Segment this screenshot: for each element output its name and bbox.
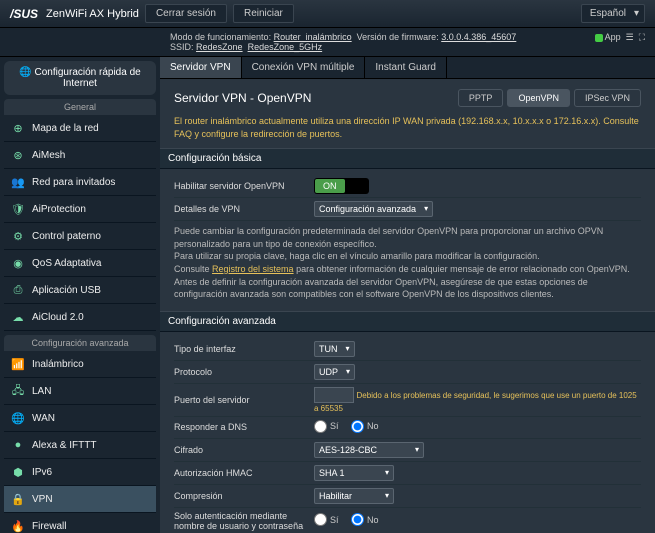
reboot-button[interactable]: Reiniciar (233, 4, 294, 23)
hmac-label: Autorización HMAC (174, 468, 314, 478)
mode-pptp-button[interactable]: PPTP (458, 89, 504, 107)
op-mode-link[interactable]: Router_inalámbrico (274, 32, 352, 42)
ssid-link[interactable]: RedesZone (196, 42, 243, 52)
tab-instant-guard[interactable]: Instant Guard (365, 57, 447, 78)
hmac-select[interactable]: SHA 1 (314, 465, 394, 481)
comp-select[interactable]: Habilitar (314, 488, 394, 504)
sidebar-item-lan[interactable]: 🖧LAN (4, 378, 156, 405)
logout-button[interactable]: Cerrar sesión (145, 4, 227, 23)
brand-logo: /SUS (10, 7, 38, 21)
sidebar-item-aimesh[interactable]: ⊛AiMesh (4, 142, 156, 169)
dns-yes-radio[interactable]: Sí (314, 420, 339, 433)
ssid5-link[interactable]: RedesZone_5GHz (248, 42, 323, 52)
globe-icon: ⊕ (10, 120, 26, 136)
syslog-link[interactable]: Registro del sistema (212, 264, 294, 274)
guest-icon: 👥 (10, 174, 26, 190)
wan-icon: 🌐 (10, 410, 26, 426)
enable-toggle[interactable]: ON (314, 178, 369, 194)
sidebar-item-qos[interactable]: ◉QoS Adaptativa (4, 250, 156, 277)
dns-no-radio[interactable]: No (351, 420, 379, 433)
main-panel: Servidor VPN Conexión VPN múltiple Insta… (160, 57, 655, 533)
ipv6-icon: ⬢ (10, 464, 26, 480)
qis-button[interactable]: 🌐 Configuración rápida de Internet (4, 61, 156, 95)
dns-label: Responder a DNS (174, 422, 314, 432)
desc-text: Puede cambiar la configuración predeterm… (174, 221, 641, 305)
lan-icon: 🖧 (10, 383, 26, 399)
usb-icon: ⎙ (10, 282, 26, 298)
vpn-icon: 🔒 (10, 491, 26, 507)
sidebar-item-wireless[interactable]: 📶Inalámbrico (4, 351, 156, 378)
sidebar-item-alexa[interactable]: ●Alexa & IFTTT (4, 432, 156, 459)
gauge-icon: ◉ (10, 255, 26, 271)
info-bar: Modo de funcionamiento: Router_inalámbri… (0, 28, 655, 57)
auth-no-radio[interactable]: No (351, 513, 379, 526)
port-warning: Debido a los problemas de seguridad, le … (314, 391, 637, 413)
voice-icon: ● (10, 437, 26, 453)
tab-vpn-fusion[interactable]: Conexión VPN múltiple (242, 57, 366, 78)
mesh-icon: ⊛ (10, 147, 26, 163)
auth-label: Solo autenticación mediante nombre de us… (174, 511, 314, 531)
iface-select[interactable]: TUN (314, 341, 355, 357)
sidebar-item-wan[interactable]: 🌐WAN (4, 405, 156, 432)
port-label: Puerto del servidor (174, 395, 314, 405)
sidebar-item-firewall[interactable]: 🔥Firewall (4, 513, 156, 533)
iface-label: Tipo de interfaz (174, 344, 314, 354)
sidebar-item-aicloud[interactable]: ☁AiCloud 2.0 (4, 304, 156, 331)
comp-label: Compresión (174, 491, 314, 501)
language-select[interactable]: Español (581, 4, 645, 23)
sidebar-head-advanced: Configuración avanzada (4, 335, 156, 351)
tab-vpn-server[interactable]: Servidor VPN (160, 57, 242, 78)
sidebar-item-network-map[interactable]: ⊕Mapa de la red (4, 115, 156, 142)
parental-icon: ⚙ (10, 228, 26, 244)
top-bar: /SUS ZenWiFi AX Hybrid Cerrar sesión Rei… (0, 0, 655, 28)
port-input[interactable] (314, 387, 354, 403)
sidebar-item-ipv6[interactable]: ⬢IPv6 (4, 459, 156, 486)
sidebar-item-guest[interactable]: 👥Red para invitados (4, 169, 156, 196)
sidebar-item-parental[interactable]: ⚙Control paterno (4, 223, 156, 250)
enable-label: Habilitar servidor OpenVPN (174, 181, 314, 191)
cipher-label: Cifrado (174, 445, 314, 455)
shield-icon: 🛡 (10, 201, 26, 217)
proto-label: Protocolo (174, 367, 314, 377)
cloud-icon: ☁ (10, 309, 26, 325)
sidebar-head-general: General (4, 99, 156, 115)
sidebar-item-vpn[interactable]: 🔒VPN (4, 486, 156, 513)
model-name: ZenWiFi AX Hybrid (46, 8, 139, 20)
firewall-icon: 🔥 (10, 518, 26, 533)
sidebar: 🌐 Configuración rápida de Internet Gener… (0, 57, 160, 533)
sidebar-item-aiprotection[interactable]: 🛡AiProtection (4, 196, 156, 223)
tabs: Servidor VPN Conexión VPN múltiple Insta… (160, 57, 655, 79)
section-advanced: Configuración avanzada (160, 311, 655, 332)
mode-ipsec-button[interactable]: IPSec VPN (574, 89, 641, 107)
mode-openvpn-button[interactable]: OpenVPN (507, 89, 570, 107)
details-label: Detalles de VPN (174, 204, 314, 214)
app-indicator: App ☰ ⛶ (595, 32, 645, 43)
wifi-icon: 📶 (10, 356, 26, 372)
details-select[interactable]: Configuración avanzada (314, 201, 433, 217)
proto-select[interactable]: UDP (314, 364, 355, 380)
auth-yes-radio[interactable]: Sí (314, 513, 339, 526)
wan-ip-notice: El router inalámbrico actualmente utiliz… (174, 115, 641, 140)
sidebar-item-usb[interactable]: ⎙Aplicación USB (4, 277, 156, 304)
page-title: Servidor VPN - OpenVPN (174, 91, 454, 105)
cipher-select[interactable]: AES-128-CBC (314, 442, 424, 458)
section-basic: Configuración básica (160, 148, 655, 169)
firmware-link[interactable]: 3.0.0.4.386_45607 (441, 32, 516, 42)
